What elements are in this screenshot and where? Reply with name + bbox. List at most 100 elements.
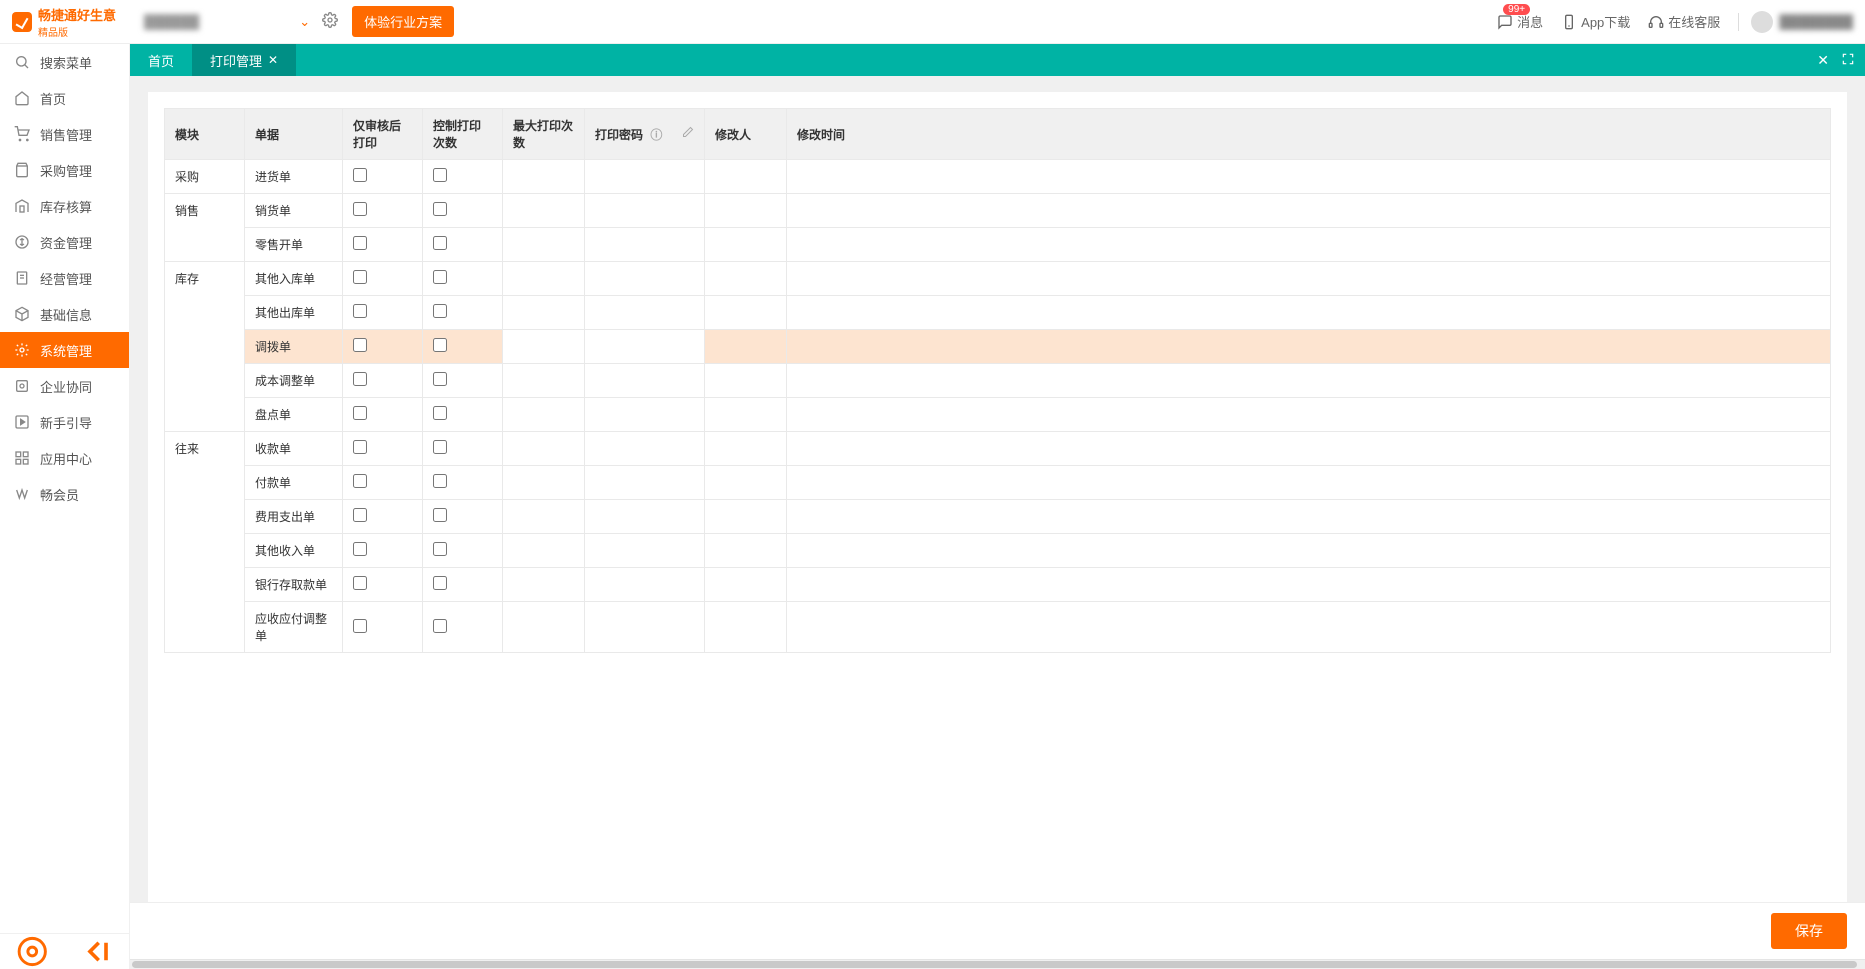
user-name[interactable]: ████████ — [1779, 14, 1853, 29]
print-settings-table: 模块 单据 仅审核后打印 控制打印次数 最大打印次数 打印密码 ⓘ — [164, 108, 1831, 653]
cell-pwd — [585, 568, 705, 602]
audit-checkbox[interactable] — [353, 168, 367, 182]
cell-audit — [343, 432, 423, 466]
audit-checkbox[interactable] — [353, 304, 367, 318]
audit-checkbox[interactable] — [353, 270, 367, 284]
cell-max — [503, 534, 585, 568]
cell-time — [787, 228, 1831, 262]
audit-checkbox[interactable] — [353, 619, 367, 633]
messages-button[interactable]: 消息 99+ — [1497, 12, 1543, 31]
sidebar-item-2[interactable]: 销售管理 — [0, 116, 129, 152]
audit-checkbox[interactable] — [353, 474, 367, 488]
limit-checkbox[interactable] — [433, 576, 447, 590]
audit-checkbox[interactable] — [353, 202, 367, 216]
cell-time — [787, 364, 1831, 398]
limit-checkbox[interactable] — [433, 202, 447, 216]
audit-checkbox[interactable] — [353, 440, 367, 454]
logo[interactable]: 畅捷通好生意 精品版 — [12, 5, 132, 39]
sidebar-item-label: 畅会员 — [40, 485, 79, 504]
sidebar-item-7[interactable]: 基础信息 — [0, 296, 129, 332]
limit-checkbox[interactable] — [433, 304, 447, 318]
fullscreen-icon[interactable] — [1841, 52, 1855, 69]
cell-limit — [423, 364, 503, 398]
sidebar-item-12[interactable]: 畅会员 — [0, 476, 129, 512]
cell-audit — [343, 194, 423, 228]
sidebar: 搜索菜单首页销售管理采购管理库存核算资金管理经营管理基础信息系统管理企业协同新手… — [0, 44, 130, 969]
tab-print-management[interactable]: 打印管理 ✕ — [192, 44, 296, 76]
cell-limit — [423, 432, 503, 466]
sidebar-item-6[interactable]: 经营管理 — [0, 260, 129, 296]
sidebar-item-11[interactable]: 应用中心 — [0, 440, 129, 476]
sidebar-item-9[interactable]: 企业协同 — [0, 368, 129, 404]
app-download-button[interactable]: App下载 — [1561, 12, 1630, 31]
audit-checkbox[interactable] — [353, 406, 367, 420]
sidebar-collapse-icon[interactable] — [65, 934, 130, 969]
promo-button[interactable]: 体验行业方案 — [352, 6, 454, 37]
info-icon[interactable]: ⓘ — [650, 128, 662, 142]
cell-max — [503, 364, 585, 398]
sidebar-item-4[interactable]: 库存核算 — [0, 188, 129, 224]
cell-modifier — [705, 466, 787, 500]
table-row: 应收应付调整单 — [165, 602, 1831, 653]
tab-close-all-icon[interactable]: ✕ — [1817, 52, 1829, 69]
warehouse-icon — [14, 198, 30, 214]
table-row: 其他收入单 — [165, 534, 1831, 568]
audit-checkbox[interactable] — [353, 576, 367, 590]
cell-limit — [423, 466, 503, 500]
cell-max — [503, 500, 585, 534]
settings-gear-icon[interactable] — [322, 12, 338, 31]
limit-checkbox[interactable] — [433, 440, 447, 454]
chevron-down-icon[interactable]: ⌄ — [299, 14, 310, 30]
limit-checkbox[interactable] — [433, 474, 447, 488]
close-icon[interactable]: ✕ — [268, 53, 278, 67]
sidebar-item-10[interactable]: 新手引导 — [0, 404, 129, 440]
cell-limit — [423, 398, 503, 432]
horizontal-scrollbar[interactable] — [130, 959, 1865, 969]
sidebar-item-label: 新手引导 — [40, 413, 92, 432]
cell-pwd[interactable] — [585, 330, 705, 364]
cell-pwd — [585, 364, 705, 398]
cell-time — [787, 262, 1831, 296]
sidebar-item-1[interactable]: 首页 — [0, 80, 129, 116]
limit-checkbox[interactable] — [433, 619, 447, 633]
audit-checkbox[interactable] — [353, 338, 367, 352]
org-name: ██████ — [144, 14, 199, 29]
org-selector[interactable]: ██████ — [144, 14, 199, 29]
audit-checkbox[interactable] — [353, 236, 367, 250]
cell-max[interactable] — [503, 330, 585, 364]
sidebar-item-8[interactable]: 系统管理 — [0, 332, 129, 368]
table-row: 银行存取款单 — [165, 568, 1831, 602]
audit-checkbox[interactable] — [353, 372, 367, 386]
limit-checkbox[interactable] — [433, 338, 447, 352]
limit-checkbox[interactable] — [433, 542, 447, 556]
audit-checkbox[interactable] — [353, 542, 367, 556]
cell-audit — [343, 602, 423, 653]
limit-checkbox[interactable] — [433, 168, 447, 182]
support-button[interactable]: 在线客服 — [1648, 12, 1720, 31]
save-button[interactable]: 保存 — [1771, 913, 1847, 949]
sidebar-item-5[interactable]: 资金管理 — [0, 224, 129, 260]
cell-max — [503, 160, 585, 194]
main: 首页 打印管理 ✕ ✕ — [130, 44, 1865, 969]
limit-checkbox[interactable] — [433, 236, 447, 250]
sidebar-item-0[interactable]: 搜索菜单 — [0, 44, 129, 80]
cell-time — [787, 296, 1831, 330]
table-row: 成本调整单 — [165, 364, 1831, 398]
audit-checkbox[interactable] — [353, 508, 367, 522]
tab-home[interactable]: 首页 — [130, 44, 192, 76]
sidebar-item-3[interactable]: 采购管理 — [0, 152, 129, 188]
sidebar-item-label: 首页 — [40, 89, 66, 108]
edit-icon[interactable] — [682, 126, 694, 141]
table-row: 付款单 — [165, 466, 1831, 500]
avatar[interactable] — [1751, 11, 1773, 33]
sidebar-item-label: 企业协同 — [40, 377, 92, 396]
cell-doc: 销货单 — [245, 194, 343, 228]
cell-pwd — [585, 194, 705, 228]
limit-checkbox[interactable] — [433, 406, 447, 420]
sidebar-settings-icon[interactable] — [0, 934, 65, 969]
limit-checkbox[interactable] — [433, 270, 447, 284]
limit-checkbox[interactable] — [433, 508, 447, 522]
scrollbar-thumb[interactable] — [132, 961, 1857, 968]
cell-doc: 应收应付调整单 — [245, 602, 343, 653]
limit-checkbox[interactable] — [433, 372, 447, 386]
